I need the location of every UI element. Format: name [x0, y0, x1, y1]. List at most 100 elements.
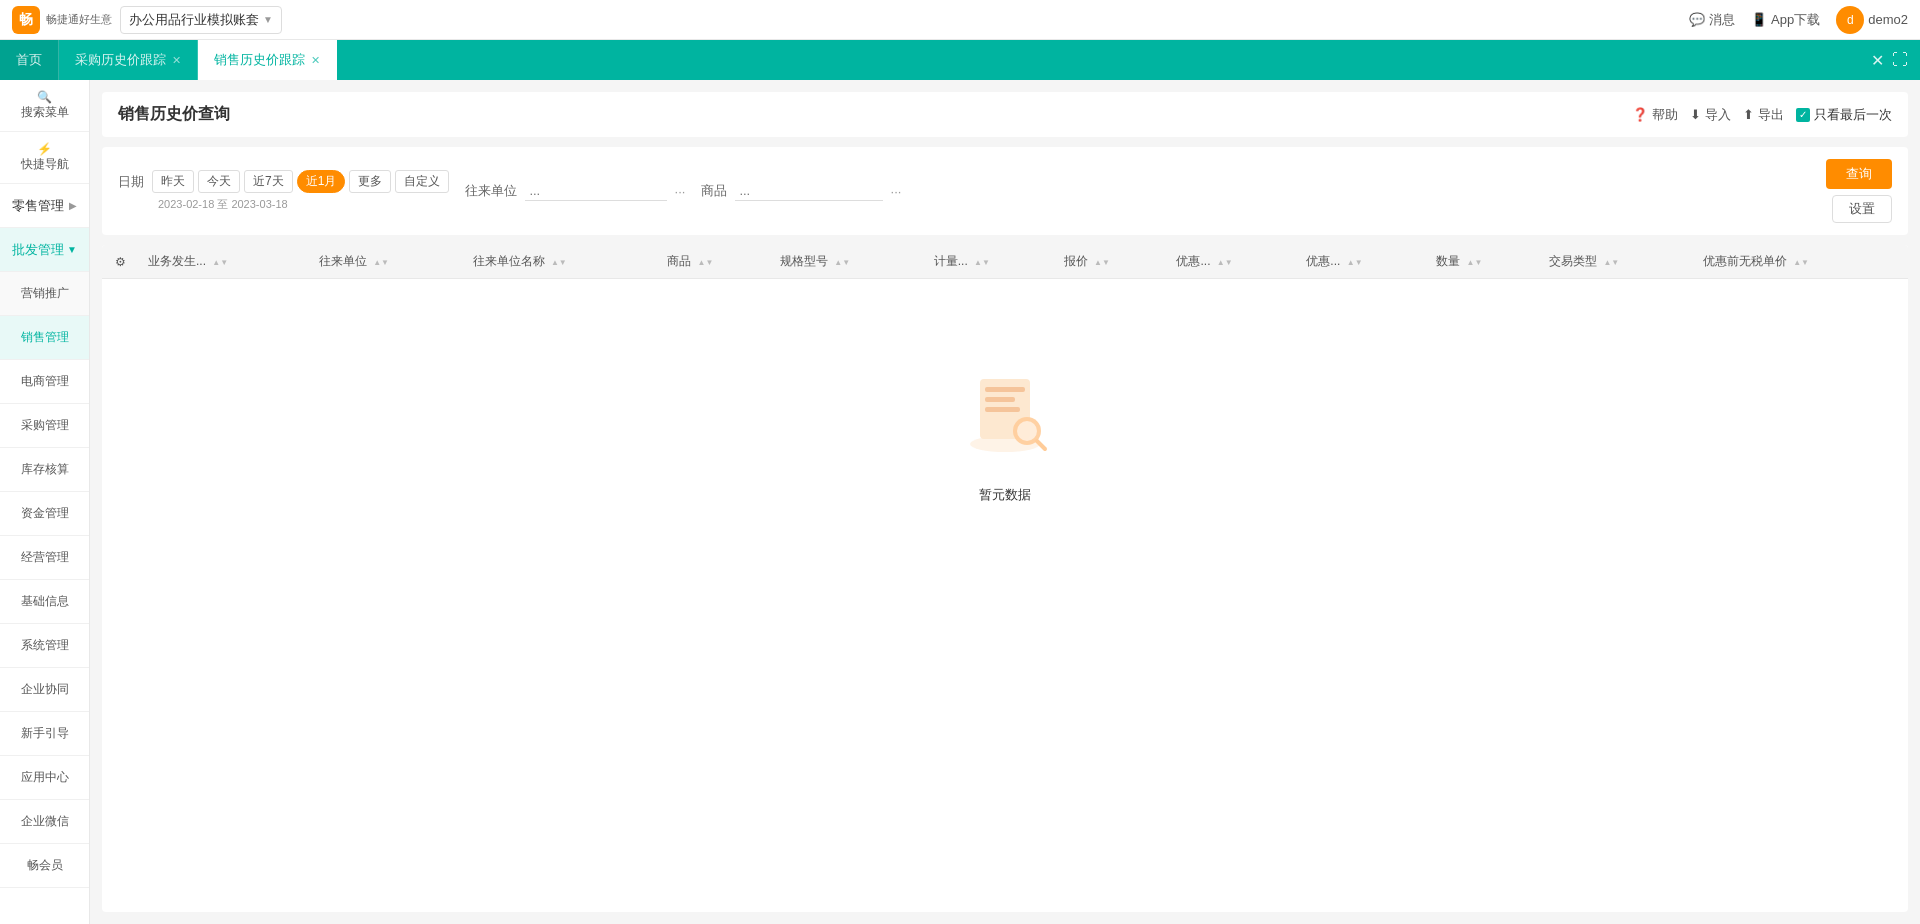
app-selector-label: 办公用品行业模拟账套: [129, 11, 259, 29]
export-icon: ⬆: [1743, 107, 1754, 122]
col-trade-type[interactable]: 交易类型 ▲▼: [1539, 245, 1693, 279]
col-quote[interactable]: 报价 ▲▼: [1054, 245, 1167, 279]
sidebar-item-retail[interactable]: 零售管理 ▶: [0, 184, 89, 228]
col-pre-tax-price-label: 优惠前无税单价: [1703, 254, 1787, 268]
sidebar-item-quick-nav[interactable]: ⚡ 快捷导航: [0, 132, 89, 184]
sidebar-item-wholesale[interactable]: 批发管理 ▼: [0, 228, 89, 272]
logo-area: 畅 畅捷通好生意: [12, 6, 112, 34]
tab-bar-actions: ✕ ⛶: [1871, 51, 1920, 70]
svg-point-6: [1017, 421, 1037, 441]
import-icon: ⬇: [1690, 107, 1701, 122]
sidebar-item-corp-wechat-label: 企业微信: [21, 813, 69, 830]
query-button[interactable]: 查询: [1826, 159, 1892, 189]
import-label: 导入: [1705, 106, 1731, 124]
col-goods[interactable]: 商品 ▲▼: [657, 245, 770, 279]
sidebar-item-newbie[interactable]: 新手引导: [0, 712, 89, 756]
tab-sales-history-close[interactable]: ✕: [311, 54, 320, 67]
sidebar-item-vip-label: 畅会员: [27, 857, 63, 874]
top-bar: 畅 畅捷通好生意 办公用品行业模拟账套 ▼ 💬 消息 📱 App下载 d dem…: [0, 0, 1920, 40]
message-label: 消息: [1709, 11, 1735, 29]
sidebar-item-retail-label: 零售管理: [12, 197, 64, 215]
date-today-btn[interactable]: 今天: [198, 170, 240, 193]
data-table: ⚙ 业务发生... ▲▼ 往来单位 ▲▼ 往来单位名称 ▲▼: [102, 245, 1908, 279]
sidebar-item-app-center[interactable]: 应用中心: [0, 756, 89, 800]
table-header-row: ⚙ 业务发生... ▲▼ 往来单位 ▲▼ 往来单位名称 ▲▼: [102, 245, 1908, 279]
sidebar-item-inventory[interactable]: 库存核算: [0, 448, 89, 492]
last-only-checkbox[interactable]: ✓: [1796, 108, 1810, 122]
sidebar-item-vip[interactable]: 畅会员: [0, 844, 89, 888]
tab-maximize-button[interactable]: ⛶: [1892, 51, 1908, 69]
message-button[interactable]: 💬 消息: [1689, 11, 1735, 29]
col-quote-label: 报价: [1064, 254, 1088, 268]
goods-input[interactable]: [735, 181, 882, 201]
tab-bar: 首页 采购历史价跟踪 ✕ 销售历史价跟踪 ✕ ✕ ⛶: [0, 40, 1920, 80]
date-more-btn[interactable]: 更多: [349, 170, 391, 193]
col-quantity[interactable]: 数量 ▲▼: [1426, 245, 1539, 279]
col-counterparty[interactable]: 往来单位 ▲▼: [309, 245, 463, 279]
message-icon: 💬: [1689, 12, 1705, 27]
sort-icon: ▲▼: [373, 259, 389, 267]
page-header: 销售历史价查询 ❓ 帮助 ⬇ 导入 ⬆ 导出 ✓ 只看最后一次: [102, 92, 1908, 137]
col-discount2[interactable]: 优惠... ▲▼: [1296, 245, 1426, 279]
col-unit-label: 计量...: [934, 254, 968, 268]
counterparty-dots: ···: [675, 184, 686, 199]
col-biz-date[interactable]: 业务发生... ▲▼: [138, 245, 309, 279]
col-counterparty-name[interactable]: 往来单位名称 ▲▼: [463, 245, 658, 279]
app-selector[interactable]: 办公用品行业模拟账套 ▼: [120, 6, 282, 34]
app-download-button[interactable]: 📱 App下载: [1751, 11, 1820, 29]
col-settings[interactable]: ⚙: [102, 245, 138, 279]
date-last1m-btn[interactable]: 近1月: [297, 170, 346, 193]
import-button[interactable]: ⬇ 导入: [1690, 106, 1731, 124]
user-profile[interactable]: d demo2: [1836, 6, 1908, 34]
date-yesterday-btn[interactable]: 昨天: [152, 170, 194, 193]
sidebar-item-enterprise[interactable]: 企业协同: [0, 668, 89, 712]
date-custom-btn[interactable]: 自定义: [395, 170, 449, 193]
counterparty-label: 往来单位: [465, 182, 517, 200]
col-spec[interactable]: 规格型号 ▲▼: [770, 245, 924, 279]
content-area: 销售历史价查询 ❓ 帮助 ⬇ 导入 ⬆ 导出 ✓ 只看最后一次: [90, 80, 1920, 924]
sort-icon: ▲▼: [1094, 259, 1110, 267]
main-container: 🔍 搜索菜单 ⚡ 快捷导航 零售管理 ▶ 批发管理 ▼ 营销推广 销售管理 电商…: [0, 80, 1920, 924]
sidebar-item-sales-mgmt[interactable]: 销售管理: [0, 316, 89, 360]
col-quantity-label: 数量: [1436, 254, 1460, 268]
date-buttons: 昨天 今天 近7天 近1月 更多 自定义: [152, 170, 449, 193]
sidebar-item-marketing[interactable]: 营销推广: [0, 272, 89, 316]
tab-sales-history[interactable]: 销售历史价跟踪 ✕: [198, 40, 337, 80]
sort-icon: ▲▼: [1217, 259, 1233, 267]
sidebar-item-enterprise-label: 企业协同: [21, 681, 69, 698]
sidebar-item-basic-info[interactable]: 基础信息: [0, 580, 89, 624]
sidebar-item-wholesale-label: 批发管理: [12, 241, 64, 259]
help-button[interactable]: ❓ 帮助: [1632, 106, 1678, 124]
goods-label: 商品: [701, 182, 727, 200]
tab-purchase-history[interactable]: 采购历史价跟踪 ✕: [59, 40, 198, 80]
sort-icon: ▲▼: [212, 259, 228, 267]
sidebar-item-purchase-label: 采购管理: [21, 417, 69, 434]
last-only-checkbox-label[interactable]: ✓ 只看最后一次: [1796, 106, 1892, 124]
sidebar-item-sales-mgmt-label: 销售管理: [21, 329, 69, 346]
tab-close-all-button[interactable]: ✕: [1871, 51, 1884, 70]
sort-icon: ▲▼: [1347, 259, 1363, 267]
counterparty-input[interactable]: [525, 181, 666, 201]
settings-button[interactable]: 设置: [1832, 195, 1892, 223]
tab-home[interactable]: 首页: [0, 40, 59, 80]
sidebar-item-search[interactable]: 🔍 搜索菜单: [0, 80, 89, 132]
sidebar-item-ecommerce[interactable]: 电商管理: [0, 360, 89, 404]
col-discount1[interactable]: 优惠... ▲▼: [1166, 245, 1296, 279]
export-button[interactable]: ⬆ 导出: [1743, 106, 1784, 124]
tab-purchase-history-label: 采购历史价跟踪: [75, 51, 166, 69]
date-last7-btn[interactable]: 近7天: [244, 170, 293, 193]
sidebar-item-operations[interactable]: 经营管理: [0, 536, 89, 580]
sidebar-item-marketing-label: 营销推广: [21, 285, 69, 302]
col-pre-tax-price[interactable]: 优惠前无税单价 ▲▼: [1693, 245, 1908, 279]
gear-icon[interactable]: ⚙: [115, 255, 126, 269]
tab-purchase-history-close[interactable]: ✕: [172, 54, 181, 67]
col-unit[interactable]: 计量... ▲▼: [924, 245, 1054, 279]
sort-icon: ▲▼: [834, 259, 850, 267]
sidebar-item-system[interactable]: 系统管理: [0, 624, 89, 668]
sidebar-item-corp-wechat[interactable]: 企业微信: [0, 800, 89, 844]
svg-line-7: [1037, 441, 1045, 449]
col-spec-label: 规格型号: [780, 254, 828, 268]
page-actions: ❓ 帮助 ⬇ 导入 ⬆ 导出 ✓ 只看最后一次: [1632, 106, 1892, 124]
sidebar-item-finance[interactable]: 资金管理: [0, 492, 89, 536]
sidebar-item-purchase[interactable]: 采购管理: [0, 404, 89, 448]
